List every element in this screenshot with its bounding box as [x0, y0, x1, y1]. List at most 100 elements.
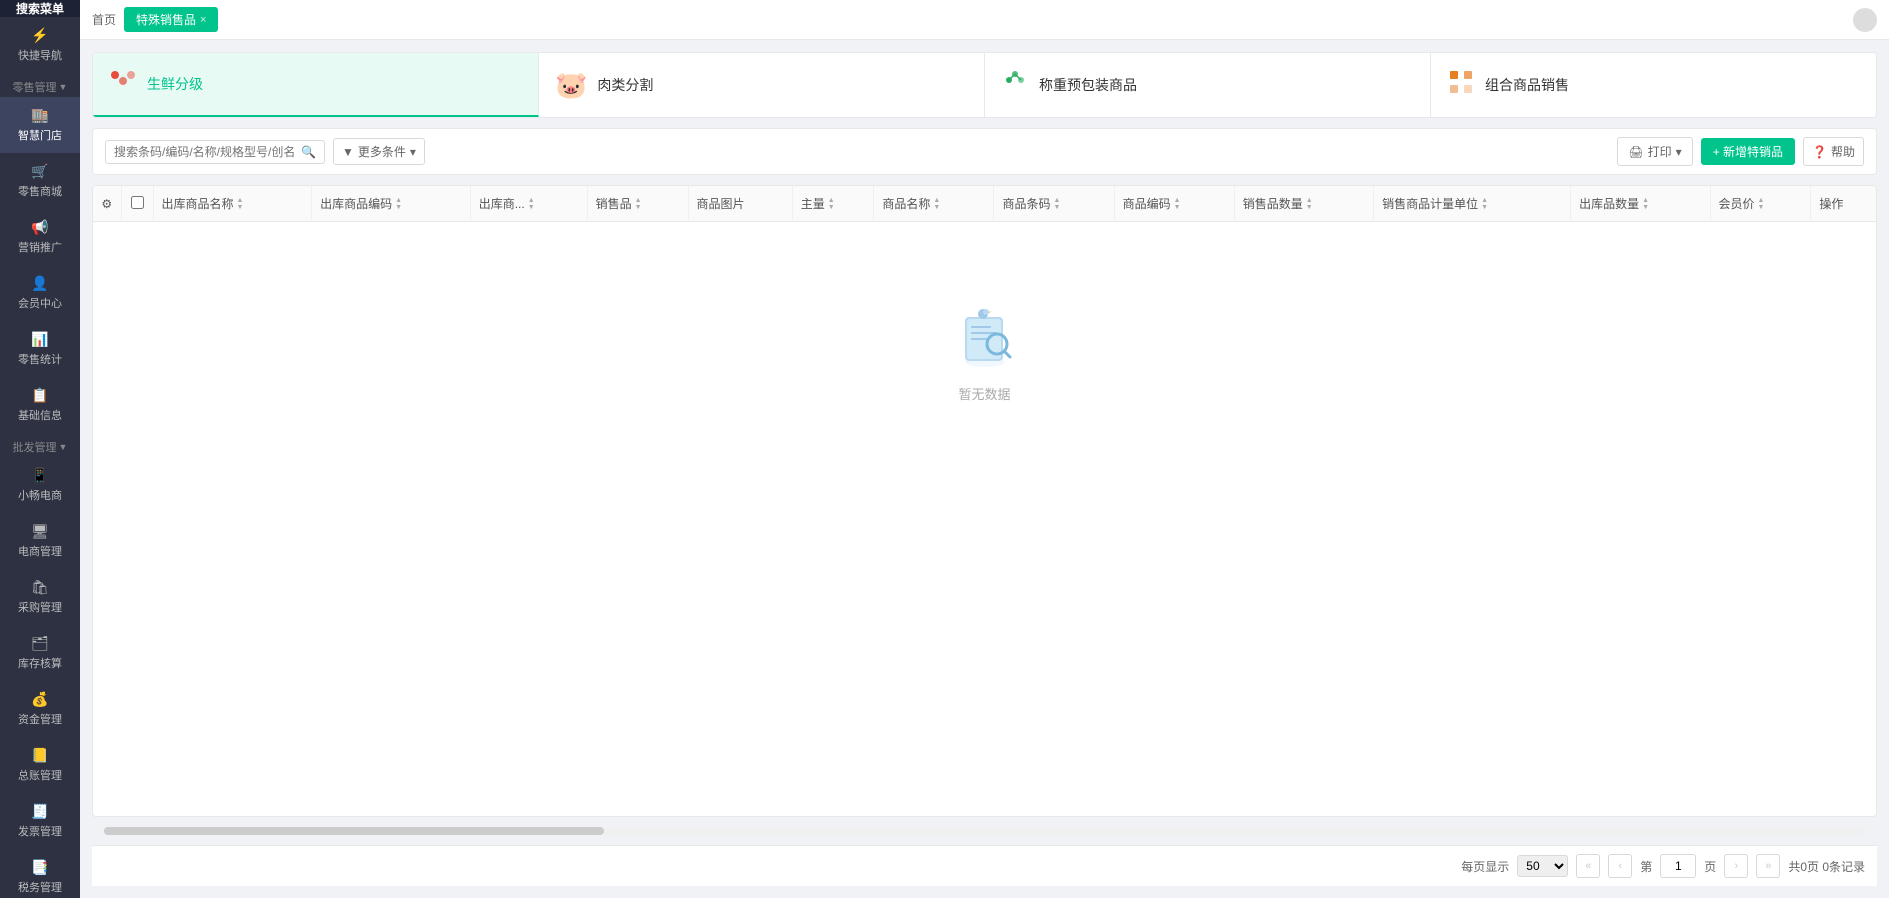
sidebar-item-label: 发票管理: [18, 823, 62, 839]
printer-icon: 🖨: [1628, 145, 1643, 159]
col-out-name[interactable]: 出库商品名称 ▲▼: [153, 186, 312, 222]
sidebar-section-wholesale[interactable]: 批发管理 ▼: [0, 433, 80, 457]
sidebar-item-label: 零售商城: [18, 183, 62, 199]
sidebar-item-retail-mall[interactable]: 🛒 零售商城: [0, 153, 80, 209]
tab-meat-cut[interactable]: 🐷 肉类分割: [539, 53, 985, 117]
per-page-select[interactable]: 50 10 20 100: [1517, 855, 1568, 877]
tab-cards: 生鲜分级 🐷 肉类分割 称重预包装商品: [92, 52, 1877, 118]
user-icon: 👤: [31, 275, 48, 292]
page-input[interactable]: [1660, 854, 1696, 878]
sort-icon: ▲▼: [1758, 197, 1765, 211]
sidebar-item-label: 批发管理: [13, 439, 57, 455]
sidebar-item-basic-info[interactable]: 📋 基础信息: [0, 377, 80, 433]
avatar[interactable]: [1853, 8, 1877, 32]
col-out-spec[interactable]: 出库商... ▲▼: [470, 186, 587, 222]
sidebar-item-ecom-mgmt[interactable]: 🖥 电商管理: [0, 513, 80, 569]
col-main-weight[interactable]: 主量 ▲▼: [792, 186, 874, 222]
help-button[interactable]: ❓ 帮助: [1803, 137, 1864, 166]
col-product-img: 商品图片: [688, 186, 792, 222]
search-icon: 🔍: [301, 145, 316, 159]
add-button[interactable]: + 新增特销品: [1701, 138, 1795, 165]
col-product-code[interactable]: 商品编码 ▲▼: [1114, 186, 1234, 222]
col-setting[interactable]: ⚙: [93, 186, 121, 222]
filter-button[interactable]: ▼ 更多条件 ▾: [333, 138, 425, 165]
col-operate: 操作: [1811, 186, 1876, 222]
scroll-thumb[interactable]: [104, 827, 604, 835]
sidebar-item-label: 零售管理: [13, 79, 57, 95]
sidebar-item-marketing[interactable]: 📢 营销推广: [0, 209, 80, 265]
sort-icon: ▲▼: [1306, 197, 1313, 211]
sidebar-item-label: 基础信息: [18, 407, 62, 423]
main-content: 首页 特殊销售品 × 生鲜分级 🐷: [80, 0, 1889, 898]
sidebar-item-label: 库存核算: [18, 655, 62, 671]
last-page-button[interactable]: »: [1756, 854, 1780, 878]
next-page-button[interactable]: ›: [1724, 854, 1748, 878]
tab-scale-prepack[interactable]: 称重预包装商品: [985, 53, 1431, 117]
col-label: 销售商品计量单位: [1382, 195, 1478, 212]
sidebar-item-smart-store[interactable]: 🏬 智慧门店: [0, 97, 80, 153]
chevron-down-icon: ▾: [410, 145, 416, 159]
print-button[interactable]: 🖨 打印 ▾: [1617, 137, 1692, 166]
col-out-code[interactable]: 出库商品编码 ▲▼: [312, 186, 471, 222]
setting-icon: ⚙: [101, 197, 112, 211]
dropdown-icon: ▾: [1676, 145, 1682, 159]
prev-page-button[interactable]: ‹: [1608, 854, 1632, 878]
cart-icon: 🛒: [31, 163, 48, 180]
sidebar-item-mini-ecom[interactable]: 📱 小畅电商: [0, 457, 80, 513]
sort-icon: ▲▼: [933, 197, 940, 211]
per-page-label: 每页显示: [1461, 858, 1509, 875]
col-label: 主量: [801, 195, 825, 212]
sort-icon: ▲▼: [528, 197, 535, 211]
col-checkbox[interactable]: [121, 186, 153, 222]
home-tab[interactable]: 首页: [92, 11, 116, 28]
tab-combo-sales[interactable]: 组合商品销售: [1431, 53, 1876, 117]
select-all-checkbox[interactable]: [131, 196, 144, 209]
sidebar-item-purchase[interactable]: 🛍 采购管理: [0, 569, 80, 625]
horizontal-scrollbar[interactable]: [104, 827, 1865, 835]
megaphone-icon: 📢: [31, 219, 48, 236]
sidebar-item-retail-stats[interactable]: 📊 零售统计: [0, 321, 80, 377]
close-tab-icon[interactable]: ×: [200, 14, 206, 26]
sidebar-item-label: 智慧门店: [18, 127, 62, 143]
col-sale-unit[interactable]: 销售商品计量单位 ▲▼: [1374, 186, 1571, 222]
topbar: 首页 特殊销售品 ×: [80, 0, 1889, 40]
mobile-icon: 📱: [31, 467, 48, 484]
sidebar-item-ledger[interactable]: 📒 总账管理: [0, 737, 80, 793]
active-tab[interactable]: 特殊销售品 ×: [124, 7, 218, 32]
col-product-name[interactable]: 商品名称 ▲▼: [874, 186, 994, 222]
col-barcode[interactable]: 商品条码 ▲▼: [994, 186, 1114, 222]
col-label: 商品编码: [1123, 195, 1171, 212]
chevron-down-icon: ▼: [59, 442, 68, 452]
data-table: ⚙ 出库商品名称 ▲▼ 出库: [92, 185, 1877, 817]
help-icon: ❓: [1812, 145, 1827, 159]
col-sale-qty[interactable]: 销售品数量 ▲▼: [1234, 186, 1373, 222]
sidebar-item-label: 营销推广: [18, 239, 62, 255]
filter-icon: ▼: [342, 145, 354, 159]
sidebar-item-inventory[interactable]: 🗂 库存核算: [0, 625, 80, 681]
sort-icon: ▲▼: [237, 197, 244, 211]
sidebar-logo[interactable]: 搜索菜单: [0, 0, 80, 17]
sidebar-item-finance[interactable]: 💰 资金管理: [0, 681, 80, 737]
add-label: + 新增特销品: [1713, 143, 1783, 160]
document-icon: 📑: [31, 859, 48, 876]
search-input[interactable]: [114, 145, 297, 159]
sidebar-item-member[interactable]: 👤 会员中心: [0, 265, 80, 321]
sidebar-item-label: 总账管理: [18, 767, 62, 783]
chart-icon: 📊: [31, 331, 48, 348]
search-box[interactable]: 🔍: [105, 140, 325, 164]
sidebar-item-tax[interactable]: 📑 税务管理: [0, 849, 80, 898]
col-label: 操作: [1819, 197, 1843, 211]
print-label: 打印: [1648, 143, 1672, 160]
col-label: 商品名称: [882, 195, 930, 212]
col-out-qty[interactable]: 出库品数量 ▲▼: [1571, 186, 1710, 222]
first-page-button[interactable]: «: [1576, 854, 1600, 878]
sidebar-section-retail[interactable]: 零售管理 ▼: [0, 73, 80, 97]
col-member-price[interactable]: 会员价 ▲▼: [1710, 186, 1811, 222]
tab-fresh-grade[interactable]: 生鲜分级: [93, 53, 539, 117]
col-sale-item[interactable]: 销售品 ▲▼: [587, 186, 688, 222]
chevron-down-icon: ▼: [59, 82, 68, 92]
store-icon: 🏬: [31, 107, 48, 124]
empty-text: 暂无数据: [958, 384, 1010, 403]
sidebar-item-invoice[interactable]: 🧾 发票管理: [0, 793, 80, 849]
sidebar-item-quick-nav[interactable]: ⚡ 快捷导航: [0, 17, 80, 73]
